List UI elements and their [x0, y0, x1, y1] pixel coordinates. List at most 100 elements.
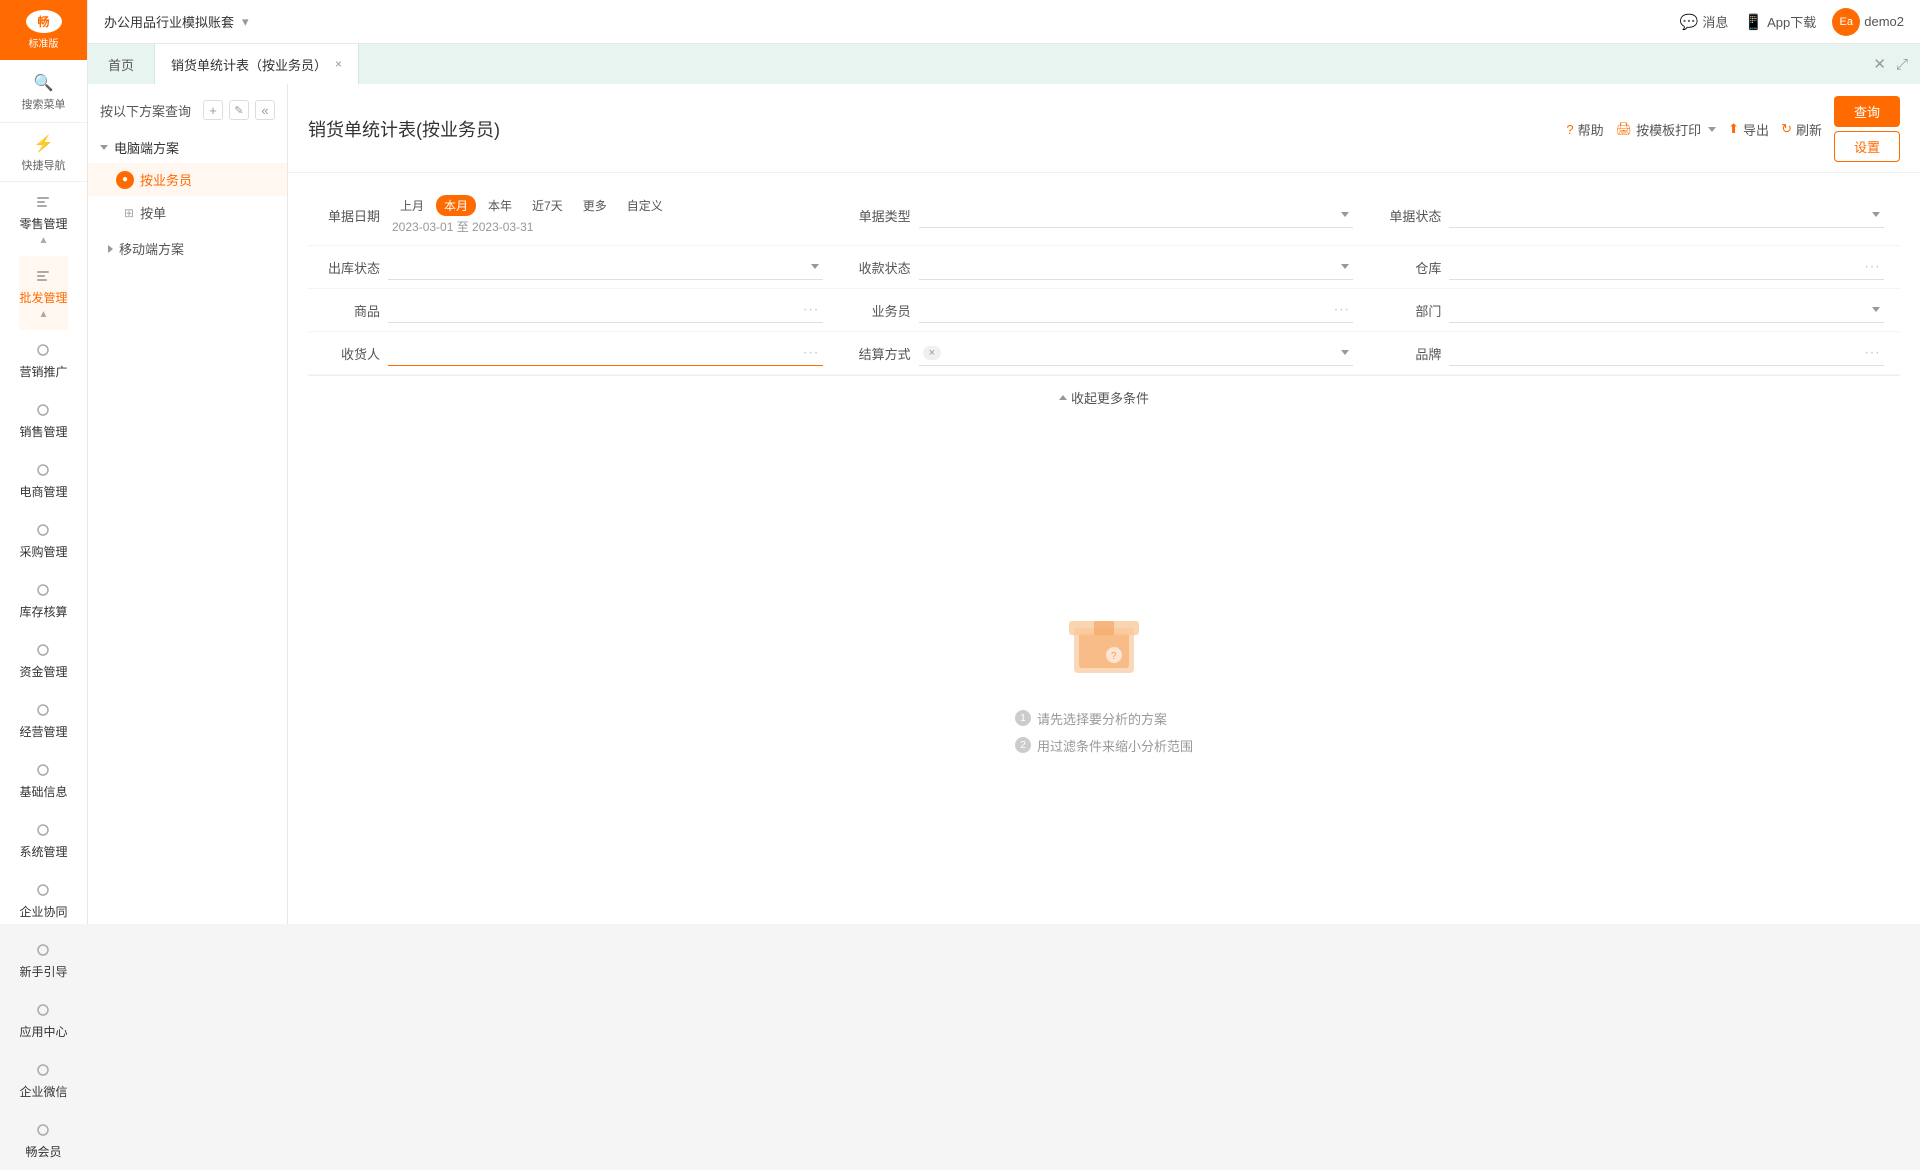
payment-clear-icon[interactable]: ×: [929, 347, 935, 359]
salesperson-dots[interactable]: ···: [1333, 301, 1349, 319]
collapse-panel-button[interactable]: «: [255, 100, 275, 120]
tab-expand-icon[interactable]: ⤢: [1896, 56, 1908, 73]
sidebar-item-经营管理[interactable]: 经营管理: [19, 690, 67, 750]
filter-row-4: 收货人 ··· 结算方式 ×: [308, 332, 1900, 375]
sidebar-item-库存核算[interactable]: 库存核算: [19, 570, 67, 630]
date-btn-more[interactable]: 更多: [575, 195, 615, 216]
empty-tips-container: 1 请先选择要分析的方案 2 用过滤条件来缩小分析范围: [1015, 709, 1193, 763]
brand-dots[interactable]: ···: [1864, 344, 1880, 362]
sidebar-item-电商管理[interactable]: 电商管理: [19, 450, 67, 510]
help-icon: ?: [1566, 122, 1573, 137]
empty-tip-1: 1 请先选择要分析的方案: [1015, 709, 1193, 728]
sidebar-quick-nav[interactable]: ⚡ 快捷导航: [0, 123, 87, 182]
date-filter-input[interactable]: 上月 本月 本年 近7天 更多 自定义 2023-03-01 至 2023-03…: [388, 193, 823, 237]
scheme-salesperson[interactable]: ● 按业务员: [88, 163, 287, 196]
dept-input[interactable]: [1449, 297, 1884, 323]
right-panel: 销货单统计表(按业务员) ? 帮助 🖨 按模板打印 ⬆ 导出: [288, 84, 1920, 924]
tab-home[interactable]: 首页: [88, 44, 155, 84]
pc-section-header[interactable]: 电脑端方案: [88, 132, 287, 163]
tip-num-2: 2: [1015, 737, 1031, 753]
sidebar-menu-label-15: 畅会员: [25, 1143, 61, 1160]
sidebar-item-采购管理[interactable]: 采购管理: [19, 510, 67, 570]
sidebar-item-批发管理[interactable]: 批发管理 ▲: [19, 256, 67, 330]
mobile-section-chevron: [108, 245, 113, 253]
doc-type-label: 单据类型: [855, 206, 911, 225]
sidebar-menu-label-3: 销售管理: [19, 423, 67, 440]
sidebar-item-销售管理[interactable]: 销售管理: [19, 390, 67, 450]
tab-active[interactable]: 销货单统计表（按业务员） ×: [155, 44, 359, 84]
out-status-label: 出库状态: [324, 258, 380, 277]
date-btn-this-year[interactable]: 本年: [480, 195, 520, 216]
product-input[interactable]: ···: [388, 297, 823, 323]
help-button[interactable]: ? 帮助: [1566, 120, 1603, 139]
menu-icon-12: [33, 940, 53, 960]
warehouse-input[interactable]: ···: [1449, 254, 1884, 280]
edit-scheme-button[interactable]: ✎: [229, 100, 249, 120]
menu-icon-10: [33, 820, 53, 840]
header-right: 💬 消息 📱 App下载 Ea demo2: [1680, 8, 1904, 36]
date-btn-this-month[interactable]: 本月: [436, 195, 476, 216]
doc-status-input[interactable]: [1449, 202, 1884, 228]
refresh-button[interactable]: ↻ 刷新: [1781, 120, 1822, 139]
sidebar-item-企业微信[interactable]: 企业微信: [19, 1050, 67, 1110]
salesperson-filter-cell: 业务员 ···: [839, 289, 1370, 332]
sidebar-item-零售管理[interactable]: 零售管理 ▲: [19, 182, 67, 256]
payment-clear-tag[interactable]: ×: [923, 346, 941, 360]
sidebar-menu-label-13: 应用中心: [19, 1023, 67, 1040]
sidebar-search-menu[interactable]: 🔍 搜索菜单: [0, 60, 87, 123]
mobile-section-header[interactable]: 移动端方案: [88, 233, 287, 264]
product-label: 商品: [324, 301, 380, 320]
sidebar-item-系统管理[interactable]: 系统管理: [19, 810, 67, 870]
sidebar-item-应用中心[interactable]: 应用中心: [19, 990, 67, 1050]
sidebar: 畅 标准版 🔍 搜索菜单 ⚡ 快捷导航 零售管理 ▲ 批发管理 ▲ 营销推广 销…: [0, 0, 88, 924]
pc-section-title: 电脑端方案: [114, 138, 179, 157]
date-btn-last-month[interactable]: 上月: [392, 195, 432, 216]
scheme-by-order-label: 按单: [140, 203, 166, 222]
scheme-by-order[interactable]: ⊞ 按单: [88, 196, 287, 229]
collapse-button[interactable]: 收起更多条件: [1059, 382, 1149, 413]
sidebar-item-资金管理[interactable]: 资金管理: [19, 630, 67, 690]
date-btn-custom[interactable]: 自定义: [619, 195, 671, 216]
sidebar-item-营销推广[interactable]: 营销推广: [19, 330, 67, 390]
brand-input[interactable]: ···: [1449, 340, 1884, 366]
title-dropdown-icon[interactable]: ▾: [242, 14, 249, 30]
add-scheme-button[interactable]: +: [203, 100, 223, 120]
doc-type-filter-cell: 单据类型: [839, 185, 1370, 246]
print-dropdown-icon: [1708, 127, 1716, 132]
app-download-button[interactable]: 📱 App下载: [1744, 12, 1816, 31]
warehouse-dots[interactable]: ···: [1864, 258, 1880, 276]
sidebar-item-基础信息[interactable]: 基础信息: [19, 750, 67, 810]
export-button[interactable]: ⬆ 导出: [1728, 120, 1769, 139]
date-btn-7days[interactable]: 近7天: [524, 195, 571, 216]
collapse-label: 收起更多条件: [1071, 388, 1149, 407]
payment-dropdown-icon: [1341, 350, 1349, 355]
brand-label: 品牌: [1385, 344, 1441, 363]
sidebar-menu-label-9: 基础信息: [19, 783, 67, 800]
receipt-status-input[interactable]: [919, 254, 1354, 280]
out-status-input[interactable]: [388, 254, 823, 280]
date-filter-cell: 单据日期 上月 本月 本年 近7天 更多 自定义 2023-03-01 至 20…: [308, 185, 839, 246]
logo-subtitle: 标准版: [29, 35, 59, 50]
tab-close-icon[interactable]: ×: [335, 57, 342, 71]
tab-close-window-icon[interactable]: ✕: [1873, 55, 1886, 73]
consignee-input[interactable]: ···: [388, 340, 823, 366]
receipt-status-dropdown-icon: [1341, 264, 1349, 269]
doc-type-input[interactable]: [919, 202, 1354, 228]
payment-input[interactable]: ×: [919, 340, 1354, 366]
user-profile[interactable]: Ea demo2: [1832, 8, 1904, 36]
print-button[interactable]: 🖨 按模板打印: [1616, 120, 1717, 139]
product-dots[interactable]: ···: [803, 301, 819, 319]
doc-status-filter-cell: 单据状态: [1369, 185, 1900, 246]
empty-state-icon: ?: [1054, 593, 1154, 693]
query-button[interactable]: 查询: [1834, 96, 1900, 127]
consignee-dots[interactable]: ···: [803, 344, 819, 362]
filter-row-1: 单据日期 上月 本月 本年 近7天 更多 自定义 2023-03-01 至 20…: [308, 185, 1900, 246]
sidebar-item-新手引导[interactable]: 新手引导: [19, 930, 67, 990]
setting-button[interactable]: 设置: [1834, 131, 1900, 162]
sidebar-item-企业协同[interactable]: 企业协同: [19, 870, 67, 930]
message-button[interactable]: 💬 消息: [1680, 12, 1729, 31]
sidebar-item-畅会员[interactable]: 畅会员: [19, 1110, 67, 1170]
salesperson-input[interactable]: ···: [919, 297, 1354, 323]
quick-nav-label: 快捷导航: [22, 157, 66, 173]
payment-filter-cell: 结算方式 ×: [839, 332, 1370, 375]
